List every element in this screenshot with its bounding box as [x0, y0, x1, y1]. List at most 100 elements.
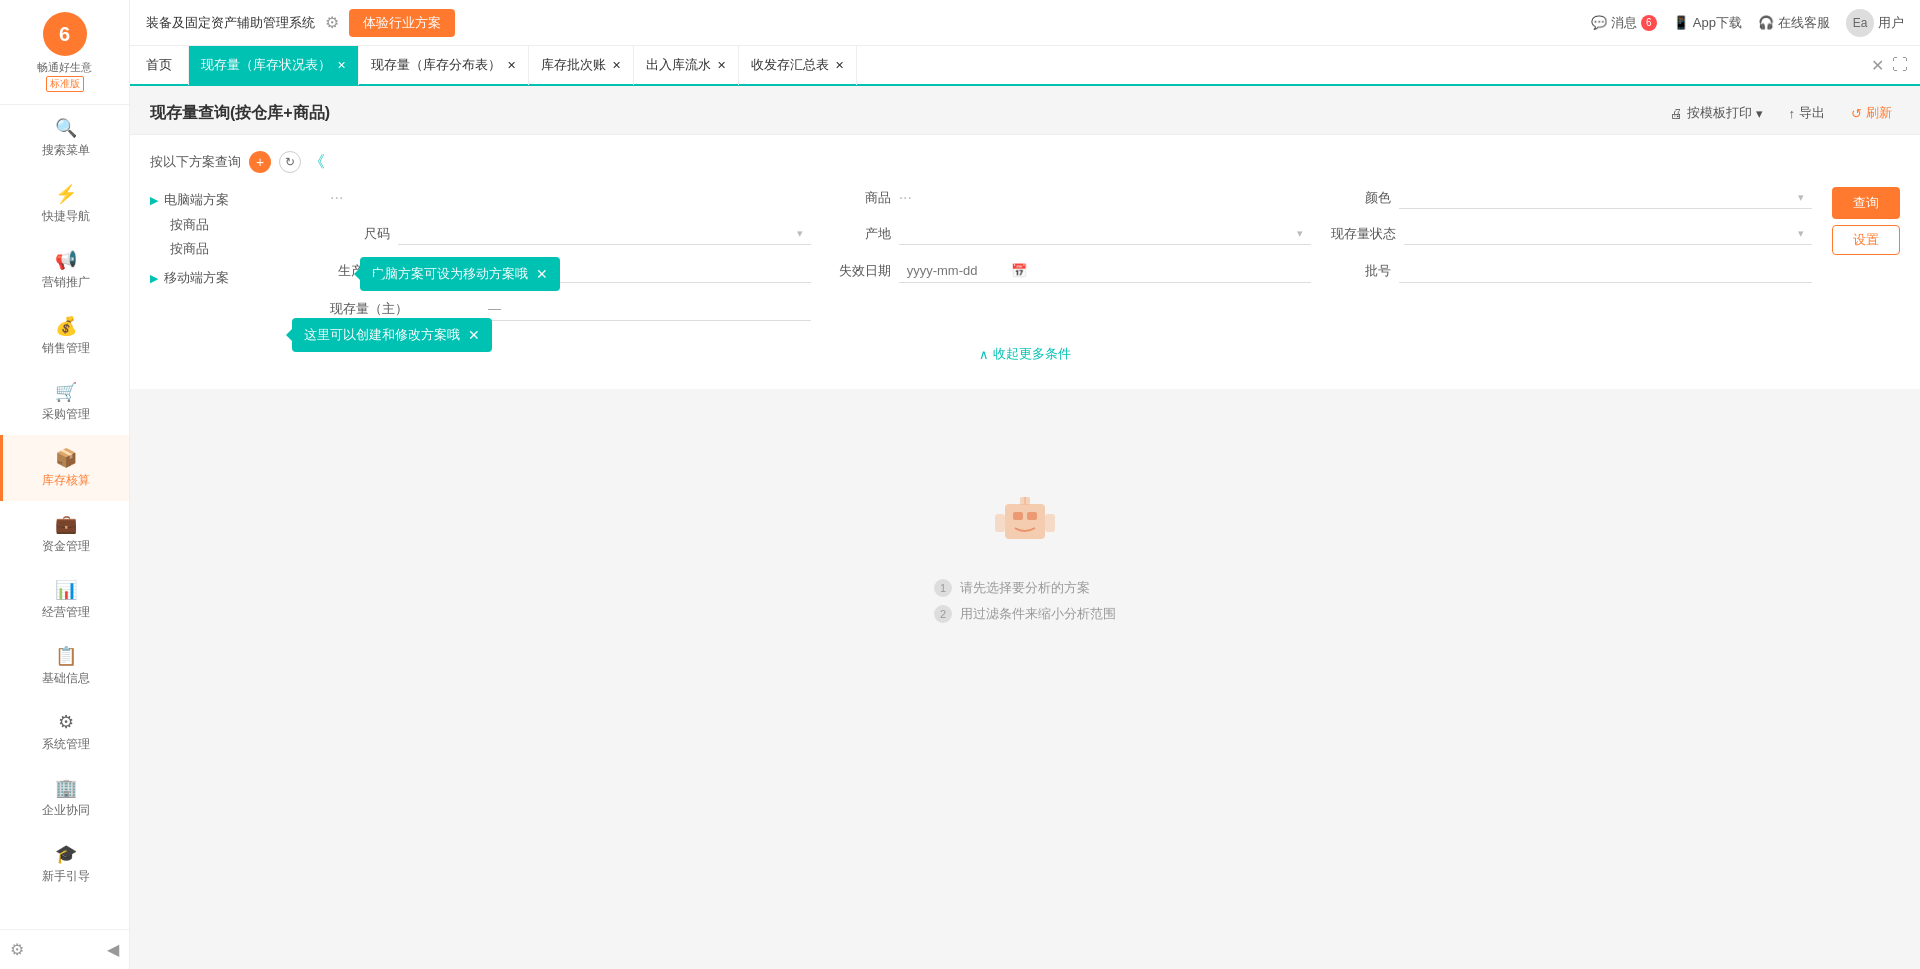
tab-expand-icon[interactable]: ⛶ — [1892, 56, 1908, 74]
sidebar-item-search[interactable]: 🔍 搜索菜单 — [0, 105, 129, 171]
page-header: 现存量查询(按仓库+商品) 🖨 按模板打印 ▾ ↑ 导出 ↺ 刷新 — [130, 86, 1920, 134]
sidebar-item-guide[interactable]: 🎓 新手引导 — [0, 831, 129, 897]
expire-date-input[interactable] — [907, 263, 1007, 278]
tab-inventory-distribution[interactable]: 现存量（库存分布表） ✕ — [359, 45, 529, 85]
tab-close-all-icon[interactable]: ✕ — [1871, 56, 1884, 75]
support-label: 在线客服 — [1778, 14, 1830, 32]
sidebar-item-quick[interactable]: ⚡ 快捷导航 — [0, 171, 129, 237]
sidebar-item-marketing[interactable]: 📢 营销推广 — [0, 237, 129, 303]
dots-menu-icon[interactable]: ··· — [330, 189, 343, 207]
message-label: 消息 — [1611, 14, 1637, 32]
purchase-icon: 🛒 — [55, 381, 77, 403]
size-select[interactable]: ▾ — [398, 223, 811, 245]
sales-icon: 💰 — [55, 315, 77, 337]
chevron-down-icon: ▾ — [1756, 106, 1763, 121]
filter-field-dots: ··· — [330, 189, 811, 207]
tab-close-icon[interactable]: ✕ — [835, 59, 844, 72]
export-btn[interactable]: ↑ 导出 — [1781, 100, 1834, 126]
tab-close-icon[interactable]: ✕ — [507, 59, 516, 72]
set-btn[interactable]: 设置 — [1832, 225, 1900, 255]
header-left: 装备及固定资产辅助管理系统 ⚙ 体验行业方案 — [146, 9, 455, 37]
sidebar-item-label: 营销推广 — [42, 274, 90, 291]
tooltip-pc-text: 电脑方案可设为移动方案哦 — [372, 265, 528, 283]
tab-label: 收发存汇总表 — [751, 56, 829, 74]
logo-text: 畅通好生意 — [37, 60, 92, 74]
experience-btn[interactable]: 体验行业方案 — [349, 9, 455, 37]
collapse-label: 收起更多条件 — [993, 345, 1071, 363]
support-btn[interactable]: 🎧 在线客服 — [1758, 14, 1830, 32]
sidebar-item-system[interactable]: ⚙ 系统管理 — [0, 699, 129, 765]
expire-date-field[interactable]: 📅 — [899, 259, 1312, 283]
message-btn[interactable]: 💬 消息 6 — [1591, 14, 1657, 32]
tab-inventory-batch[interactable]: 库存批次账 ✕ — [529, 45, 634, 85]
collapse-sidebar-icon[interactable]: ◀ — [107, 940, 119, 959]
sidebar-item-finance[interactable]: 💼 资金管理 — [0, 501, 129, 567]
color-select[interactable]: ▾ — [1399, 187, 1812, 209]
sidebar-item-label: 企业协同 — [42, 802, 90, 819]
tooltip-pc-close[interactable]: ✕ — [536, 266, 548, 282]
scheme-sub-item[interactable]: 按商品 — [170, 213, 310, 237]
filter-field-expire-date: 失效日期 📅 — [831, 259, 1312, 283]
operation-icon: 📊 — [55, 579, 77, 601]
scheme-tree-panel: ▶ 电脑端方案 按商品 按商品 ▶ 移动端方案 — [150, 187, 310, 335]
scheme-group-pc-header[interactable]: ▶ 电脑端方案 — [150, 187, 310, 213]
goods-dots-icon[interactable]: ··· — [899, 189, 912, 207]
gear-icon[interactable]: ⚙ — [325, 13, 339, 32]
scheme-sub-item[interactable]: 按商品 — [170, 237, 310, 261]
cursor-dot — [374, 270, 384, 280]
empty-steps: 1 请先选择要分析的方案 2 用过滤条件来缩小分析范围 — [934, 579, 1116, 631]
tab-inventory-status[interactable]: 现存量（库存状况表） ✕ — [189, 45, 359, 85]
refresh-btn[interactable]: ↺ 刷新 — [1843, 100, 1900, 126]
batch-input[interactable] — [1399, 259, 1812, 283]
message-badge: 6 — [1641, 15, 1657, 31]
filter-action-buttons: 查询 设置 — [1832, 187, 1900, 335]
sidebar-menu: 🔍 搜索菜单 ⚡ 快捷导航 📢 营销推广 💰 销售管理 🛒 采购管理 📦 库存核… — [0, 105, 129, 929]
quick-icon: ⚡ — [55, 183, 77, 205]
sidebar-item-purchase[interactable]: 🛒 采购管理 — [0, 369, 129, 435]
sidebar-item-sales[interactable]: 💰 销售管理 — [0, 303, 129, 369]
refresh-icon: ↺ — [1851, 106, 1862, 121]
origin-label: 产地 — [831, 225, 891, 243]
step-num-2: 2 — [934, 605, 952, 623]
print-btn[interactable]: 🖨 按模板打印 ▾ — [1662, 100, 1771, 126]
app-download-btn[interactable]: 📱 App下载 — [1673, 14, 1742, 32]
sidebar-item-operation[interactable]: 📊 经营管理 — [0, 567, 129, 633]
tab-close-icon[interactable]: ✕ — [717, 59, 726, 72]
stock-status-select[interactable]: ▾ — [1404, 223, 1812, 245]
tooltip-create-close[interactable]: ✕ — [468, 327, 480, 343]
sidebar-bottom: ⚙ ◀ — [0, 929, 129, 969]
range-dash: — — [488, 301, 501, 316]
origin-select[interactable]: ▾ — [899, 223, 1312, 245]
filter-label: 按以下方案查询 — [150, 153, 241, 171]
tab-inout-flow[interactable]: 出入库流水 ✕ — [634, 45, 739, 85]
scheme-group-mobile: ▶ 移动端方案 — [150, 265, 310, 291]
svg-rect-0 — [1005, 504, 1045, 539]
tab-close-icon[interactable]: ✕ — [337, 59, 346, 72]
user-label: 用户 — [1878, 14, 1904, 32]
refresh-scheme-btn[interactable]: ↻ — [279, 151, 301, 173]
top-header: 装备及固定资产辅助管理系统 ⚙ 体验行业方案 💬 消息 6 📱 App下载 🎧 … — [130, 0, 1920, 46]
sidebar-item-basic[interactable]: 📋 基础信息 — [0, 633, 129, 699]
filter-row-2: 尺码 ▾ 产地 ▾ 现存量状态 — [330, 223, 1812, 245]
scheme-group-mobile-header[interactable]: ▶ 移动端方案 — [150, 265, 310, 291]
search-btn[interactable]: 查询 — [1832, 187, 1900, 219]
sidebar-item-label: 采购管理 — [42, 406, 90, 423]
calendar-icon[interactable]: 📅 — [1011, 263, 1027, 278]
tab-label: 库存批次账 — [541, 56, 606, 74]
sidebar-item-enterprise[interactable]: 🏢 企业协同 — [0, 765, 129, 831]
sidebar-item-label: 快捷导航 — [42, 208, 90, 225]
scheme-mobile-label: 移动端方案 — [164, 269, 229, 287]
page-actions: 🖨 按模板打印 ▾ ↑ 导出 ↺ 刷新 — [1662, 100, 1901, 126]
user-btn[interactable]: Ea 用户 — [1846, 9, 1904, 37]
tab-stock-summary[interactable]: 收发存汇总表 ✕ — [739, 45, 857, 85]
stock-range-min[interactable] — [424, 301, 484, 316]
collapse-btn[interactable]: ∧ 收起更多条件 — [979, 345, 1071, 363]
add-scheme-btn[interactable]: + — [249, 151, 271, 173]
stock-main-label: 现存量（主） — [330, 300, 408, 318]
settings-bottom-icon[interactable]: ⚙ — [10, 940, 24, 959]
back-scheme-btn[interactable]: 《 — [309, 152, 325, 173]
tab-close-icon[interactable]: ✕ — [612, 59, 621, 72]
tab-home[interactable]: 首页 — [130, 45, 189, 85]
logo-icon: 6 — [43, 12, 87, 56]
sidebar-item-inventory[interactable]: 📦 库存核算 — [0, 435, 129, 501]
